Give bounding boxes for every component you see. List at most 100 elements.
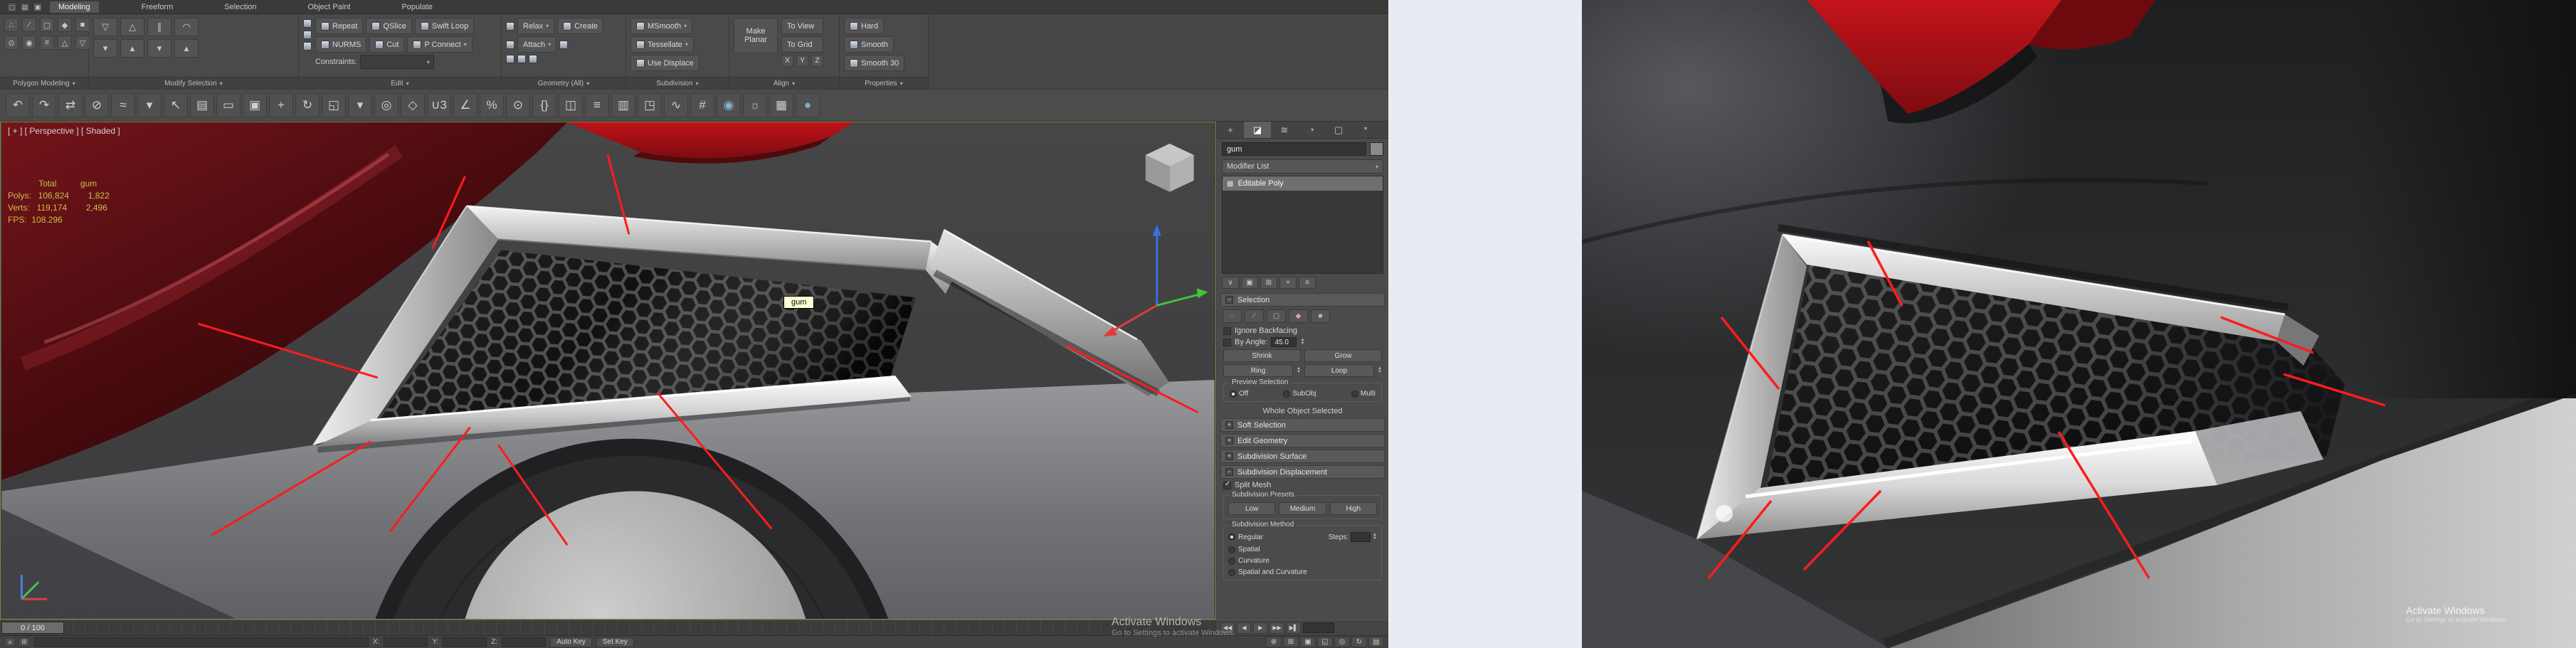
configure-modifier-sets-icon[interactable]: ≡ <box>1299 277 1316 289</box>
panel-label-modify-selection[interactable]: Modify Selection ▾ <box>89 77 298 89</box>
set-key-button[interactable]: Set Key <box>596 637 634 647</box>
redo-icon[interactable]: ↷ <box>32 93 56 117</box>
loop-icon[interactable]: ◠ <box>174 18 199 36</box>
border-mode-icon[interactable]: ▢ <box>40 18 54 32</box>
msmooth-button[interactable]: MSmooth ▾ <box>630 18 693 34</box>
new-scene-icon[interactable]: ▢ <box>7 1 17 12</box>
smooth-30-button[interactable]: Smooth 30 <box>844 55 905 71</box>
shrink-loop-icon[interactable]: ▽ <box>75 36 90 50</box>
motion-tab-icon[interactable]: ◔ <box>1298 122 1325 138</box>
by-angle-value-field[interactable]: 45.0 <box>1271 337 1297 347</box>
bind-to-space-warp-icon[interactable]: ≈ <box>111 93 135 117</box>
vertex-mode-icon[interactable]: ∴ <box>4 18 19 32</box>
preset-high-button[interactable]: High <box>1329 502 1377 515</box>
method-curvature-radio[interactable]: Curvature <box>1228 557 1377 565</box>
viewport-label[interactable]: [ + ] [ Perspective ] [ Shaded ] <box>8 126 120 136</box>
tessellate-button[interactable]: Tessellate ▾ <box>630 36 694 53</box>
attach-icon[interactable] <box>506 40 514 49</box>
qslice-button[interactable]: QSlice <box>366 18 412 34</box>
go-to-start-icon[interactable]: ◀◀ <box>1220 622 1235 634</box>
collapse-stack-icon[interactable]: ≡ <box>40 36 54 50</box>
polygon-mode-icon[interactable]: ◆ <box>58 18 72 32</box>
to-view-button[interactable]: To View <box>781 18 823 34</box>
align-icon[interactable]: ≡ <box>585 93 609 117</box>
panel-label-polygon-modeling[interactable]: Polygon Modeling ▾ <box>0 77 88 89</box>
swift-loop-button[interactable]: Swift Loop <box>414 18 475 34</box>
ribbon-tab-populate[interactable]: Populate <box>393 1 440 13</box>
current-frame-field[interactable] <box>1302 622 1334 633</box>
use-displace-button[interactable]: Use Displace <box>630 55 700 71</box>
relax-button[interactable]: Relax ▾ <box>517 18 555 34</box>
pin-stack-icon[interactable]: ∨ <box>1222 277 1239 289</box>
material-editor-icon[interactable]: ◉ <box>717 93 741 117</box>
rollout-subdivision-surface[interactable]: + Subdivision Surface <box>1220 450 1385 463</box>
auto-key-button[interactable]: Auto Key <box>550 637 592 647</box>
spinner-snap-icon[interactable]: ⊙ <box>506 93 530 117</box>
object-name-field[interactable]: gum <box>1222 142 1366 156</box>
edit-tool-icon[interactable] <box>303 31 312 39</box>
render-production-icon[interactable]: ● <box>796 93 820 117</box>
schematic-view-icon[interactable]: # <box>690 93 714 117</box>
pan-icon[interactable]: ◎ <box>1334 637 1350 647</box>
preset-low-button[interactable]: Low <box>1228 502 1276 515</box>
hard-button[interactable]: Hard <box>844 18 884 34</box>
remove-modifier-icon[interactable]: × <box>1279 277 1297 289</box>
loop-button[interactable]: Loop <box>1304 364 1375 377</box>
modify-tab-icon[interactable]: ◪ <box>1244 122 1271 138</box>
preview-toggle-icon[interactable]: ◉ <box>22 36 36 50</box>
edit-tool-icon[interactable] <box>303 19 312 28</box>
modifier-stack[interactable]: ▦ Editable Poly <box>1222 176 1383 274</box>
ribbon-tab-selection[interactable]: Selection <box>216 1 265 13</box>
go-to-end-icon[interactable]: ▶▌ <box>1286 622 1301 634</box>
p-connect-button[interactable]: P Connect ▾ <box>407 36 473 53</box>
align-x-button[interactable]: X <box>781 55 793 67</box>
utilities-tab-icon[interactable]: * <box>1352 122 1379 138</box>
cut-button[interactable]: Cut <box>369 36 405 53</box>
layer-manager-icon[interactable]: ▥ <box>611 93 635 117</box>
shrink-button[interactable]: Shrink <box>1223 349 1301 362</box>
hierarchy-tab-icon[interactable]: ≋ <box>1271 122 1298 138</box>
maxscript-mini-listener-icon[interactable]: ≡ <box>4 637 16 647</box>
rectangular-selection-icon[interactable]: ▭ <box>216 93 241 117</box>
unlink-selection-icon[interactable]: ⊘ <box>85 93 109 117</box>
vertex-subobject-icon[interactable]: ∴ <box>1223 309 1242 323</box>
panel-label-align[interactable]: Align ▾ <box>729 77 839 89</box>
geometry-tool-icon[interactable] <box>517 55 526 63</box>
zoom-extents-icon[interactable]: ▣ <box>1300 637 1316 647</box>
element-subobject-icon[interactable]: ■ <box>1311 309 1330 323</box>
panel-label-geometry-all[interactable]: Geometry (All) ▾ <box>502 77 625 89</box>
timeline-track[interactable]: 0 / 100 <box>0 620 1216 635</box>
detach-icon[interactable] <box>559 40 569 49</box>
grow-button[interactable]: Grow <box>1304 349 1382 362</box>
edge-subobject-icon[interactable]: ∕ <box>1245 309 1264 323</box>
preview-multi-radio[interactable]: Multi <box>1351 390 1376 398</box>
select-by-name-icon[interactable]: ▤ <box>190 93 214 117</box>
selection-filter-dropdown[interactable]: ▾ <box>137 93 162 117</box>
edit-tool-icon[interactable] <box>303 42 312 51</box>
stack-item-editable-poly[interactable]: ▦ Editable Poly <box>1223 176 1383 191</box>
render-setup-icon[interactable]: ☼ <box>743 93 767 117</box>
window-crossing-icon[interactable]: ▣ <box>243 93 267 117</box>
smooth-button[interactable]: Smooth <box>844 36 894 53</box>
loop-shrink-icon[interactable]: ▾ <box>147 39 171 58</box>
curve-editor-icon[interactable]: ∿ <box>664 93 688 117</box>
select-object-icon[interactable]: ↖ <box>164 93 188 117</box>
spinner-arrows-icon[interactable]: ▲ ▼ <box>1300 338 1304 346</box>
loop-spinner[interactable]: ▲ ▼ <box>1378 366 1382 374</box>
preview-subobj-radio[interactable]: SubObj <box>1283 390 1316 398</box>
loop-grow-icon[interactable]: ▴ <box>174 39 199 58</box>
show-end-result-icon[interactable]: ▣ <box>1241 277 1258 289</box>
undo-icon[interactable]: ↶ <box>6 93 30 117</box>
preview-off-radio[interactable]: Off <box>1230 390 1248 398</box>
y-coordinate-field[interactable] <box>443 637 487 647</box>
ring-grow-icon[interactable]: ▴ <box>120 39 144 58</box>
method-spatial-radio[interactable]: Spatial <box>1228 546 1377 553</box>
viewport-canvas[interactable] <box>1 122 1215 619</box>
angle-snap-icon[interactable]: ∠ <box>453 93 477 117</box>
geometry-tool-icon[interactable] <box>529 55 537 63</box>
orbit-icon[interactable]: ↻ <box>1351 637 1367 647</box>
select-and-scale-icon[interactable]: ◱ <box>322 93 346 117</box>
panel-label-subdivision[interactable]: Subdivision ▾ <box>626 77 729 89</box>
steps-spinner[interactable]: ▲ ▼ <box>1373 533 1377 541</box>
select-and-link-icon[interactable]: ⇄ <box>58 93 83 117</box>
